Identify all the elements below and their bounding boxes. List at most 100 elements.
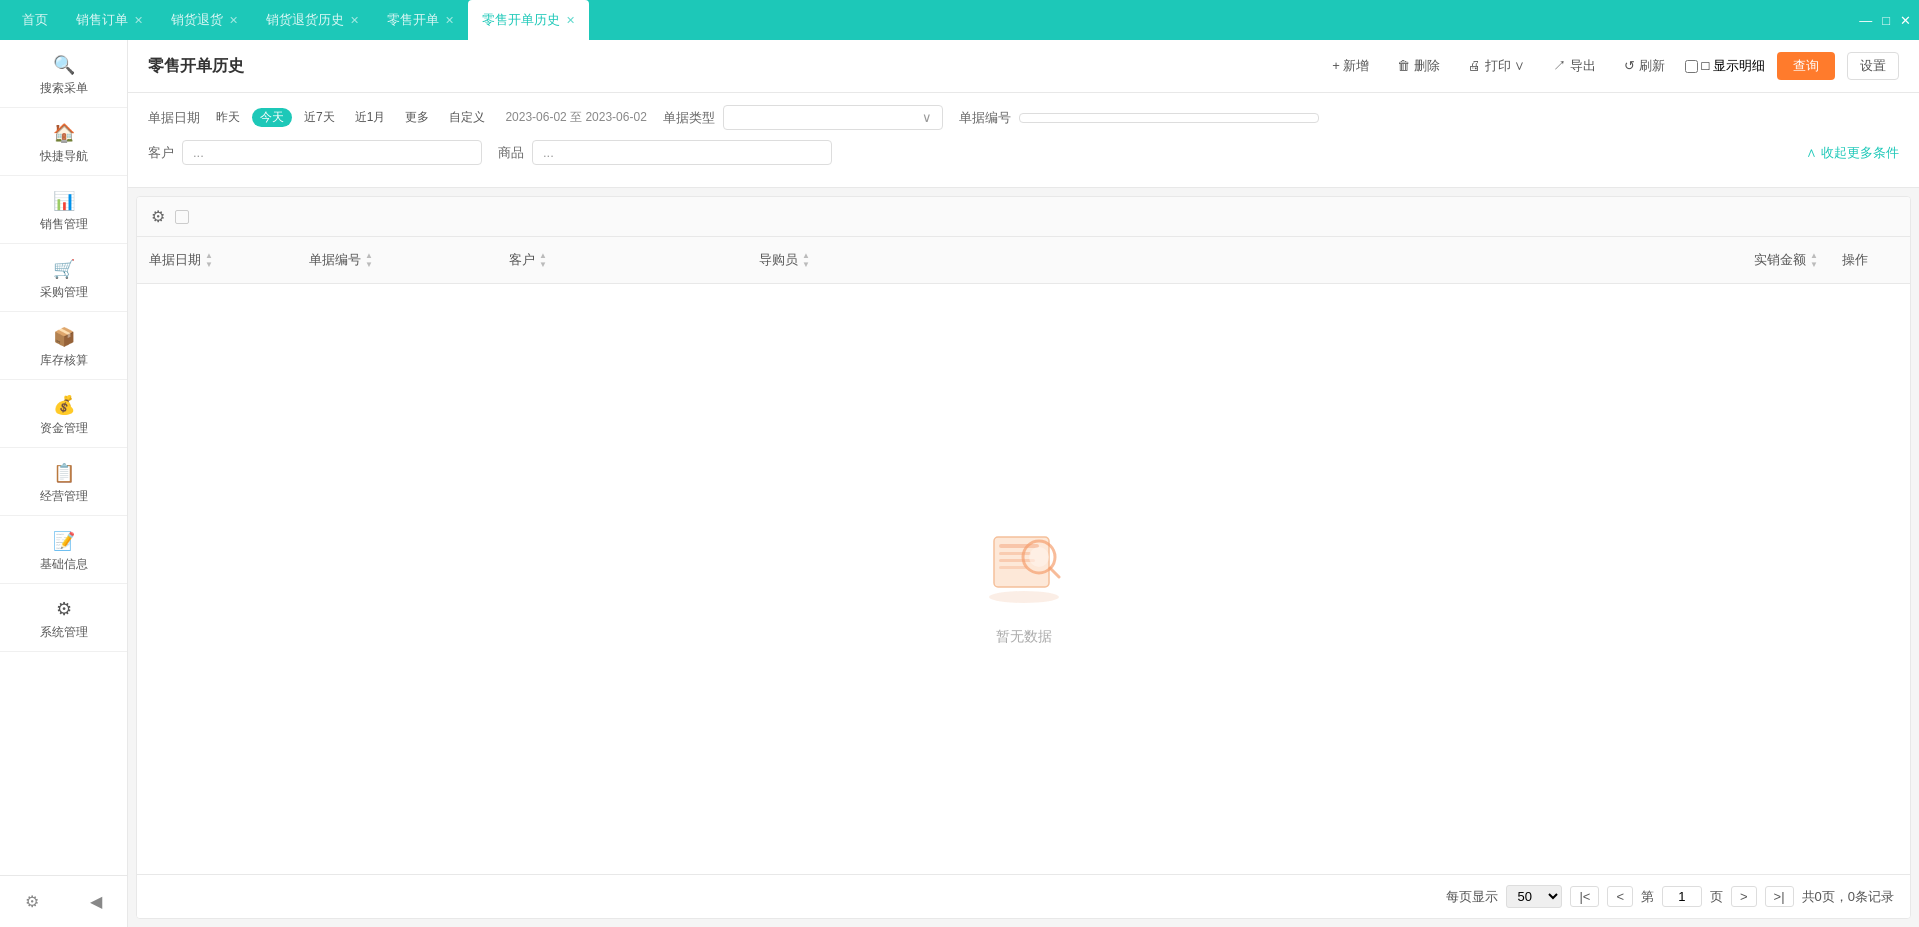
last-page-btn[interactable]: >| [1765,886,1794,907]
th-customer[interactable]: 客户 ▲ ▼ [497,245,747,275]
finance-icon: 💰 [53,394,75,416]
sidebar-item-finance[interactable]: 💰 资金管理 [0,380,127,448]
prev-page-btn[interactable]: < [1607,886,1633,907]
tab-retail-order[interactable]: 零售开单 ✕ [373,0,468,40]
column-settings-icon[interactable]: ⚙ [149,205,167,228]
bill-number-field: 单据编号 [959,109,1319,127]
close-icon[interactable]: ✕ [229,14,238,27]
close-icon[interactable]: ✕ [350,14,359,27]
tab-sales-return[interactable]: 销货退货 ✕ [157,0,252,40]
close-icon[interactable]: ✕ [566,14,575,27]
page-actions: + 新增 🗑 删除 🖨 打印 ∨ ↗ 导出 ↺ 刷新 □ 显示明细 [1324,52,1899,92]
date-option-yesterday[interactable]: 昨天 [208,107,248,128]
tab-retail-history[interactable]: 零售开单历史 ✕ [468,0,589,40]
add-button[interactable]: + 新增 [1324,53,1377,79]
search-row-1: 单据日期 昨天 今天 近7天 近1月 更多 自定义 2023-06-02 至 2… [148,105,1899,130]
per-page-label: 每页显示 [1446,888,1498,906]
tab-sales-order[interactable]: 销售订单 ✕ [62,0,157,40]
sidebar-bottom: ⚙ ◀ [0,875,127,927]
table-header: 单据日期 ▲ ▼ 单据编号 ▲ ▼ 客户 ▲ [137,237,1910,284]
svg-rect-2 [999,544,1039,548]
sidebar: 🔍 搜索采单 🏠 快捷导航 📊 销售管理 🛒 采购管理 📦 库存核算 💰 资金管… [0,40,128,927]
minimize-btn[interactable]: — [1859,13,1872,28]
th-guide[interactable]: 导购员 ▲ ▼ [747,245,897,275]
close-icon[interactable]: ✕ [445,14,454,27]
query-button[interactable]: 查询 [1777,52,1835,80]
customer-label: 客户 [148,144,174,162]
svg-point-8 [1029,547,1049,567]
show-detail-checkbox[interactable] [1685,60,1698,73]
sidebar-item-nav[interactable]: 🏠 快捷导航 [0,108,127,176]
page-input[interactable] [1662,886,1702,907]
close-icon[interactable]: ✕ [134,14,143,27]
basic-info-icon: 📝 [53,530,75,552]
date-option-more[interactable]: 更多 [397,107,437,128]
date-option-today[interactable]: 今天 [252,108,292,127]
pagination: 每页显示 50 100 200 |< < 第 页 > >| 共0页，0条记录 [137,874,1910,918]
sidebar-item-management[interactable]: 📋 经营管理 [0,448,127,516]
sidebar-item-sales[interactable]: 📊 销售管理 [0,176,127,244]
tab-home[interactable]: 首页 [8,0,62,40]
bill-number-label: 单据编号 [959,109,1011,127]
window-actions: — □ ✕ [1859,13,1911,28]
delete-button[interactable]: 🗑 删除 [1389,53,1448,79]
date-options: 昨天 今天 近7天 近1月 更多 自定义 [208,107,493,128]
customer-field: 客户 ... [148,140,482,165]
per-page-select[interactable]: 50 100 200 [1506,885,1562,908]
bill-type-label: 单据类型 [663,109,715,127]
date-range-value: 2023-06-02 至 2023-06-02 [505,109,646,126]
svg-rect-3 [999,552,1031,555]
product-input[interactable]: ... [532,140,832,165]
print-button[interactable]: 🖨 打印 ∨ [1460,53,1533,79]
settings-icon[interactable]: ⚙ [19,886,45,917]
total-label: 共0页，0条记录 [1802,888,1894,906]
settings-button[interactable]: 设置 [1847,52,1899,80]
chevron-down-icon: ∨ [922,110,932,125]
customer-input[interactable]: ... [182,140,482,165]
show-detail-toggle[interactable]: □ 显示明细 [1685,57,1765,75]
select-all-checkbox[interactable] [175,210,189,224]
first-page-btn[interactable]: |< [1570,886,1599,907]
main-layout: 🔍 搜索采单 🏠 快捷导航 📊 销售管理 🛒 采购管理 📦 库存核算 💰 资金管… [0,40,1919,927]
th-amount[interactable]: 实销金额 ▲ ▼ [1710,245,1830,275]
page-title: 零售开单历史 [148,56,244,89]
inventory-icon: 📦 [53,326,75,348]
collapse-sidebar-icon[interactable]: ◀ [84,886,108,917]
tab-sales-return-history[interactable]: 销货退货历史 ✕ [252,0,373,40]
bill-number-input[interactable] [1019,113,1319,123]
sort-arrows-customer: ▲ ▼ [539,252,547,269]
bill-type-select[interactable]: ∨ [723,105,943,130]
collapse-button[interactable]: ∧ 收起更多条件 [1806,144,1899,162]
sales-icon: 📊 [53,190,75,212]
svg-line-7 [1050,568,1059,577]
search-icon: 🔍 [53,54,75,76]
date-option-7days[interactable]: 近7天 [296,107,343,128]
content-area: 零售开单历史 + 新增 🗑 删除 🖨 打印 ∨ ↗ 导出 ↺ 刷新 [128,40,1919,927]
th-ops: 操作 [1830,245,1910,275]
system-icon: ⚙ [56,598,72,620]
table-toolbar: ⚙ [137,197,1910,237]
export-button[interactable]: ↗ 导出 [1545,53,1604,79]
date-option-custom[interactable]: 自定义 [441,107,493,128]
sidebar-item-purchase[interactable]: 🛒 采购管理 [0,244,127,312]
page-header: 零售开单历史 + 新增 🗑 删除 🖨 打印 ∨ ↗ 导出 ↺ 刷新 [128,40,1919,93]
empty-illustration [974,512,1074,612]
th-empty [897,254,1710,266]
svg-rect-5 [999,566,1027,569]
window-close-btn[interactable]: ✕ [1900,13,1911,28]
refresh-button[interactable]: ↺ 刷新 [1616,53,1673,79]
maximize-btn[interactable]: □ [1882,13,1890,28]
empty-svg [974,512,1074,612]
sidebar-item-system[interactable]: ⚙ 系统管理 [0,584,127,652]
sidebar-item-search[interactable]: 🔍 搜索采单 [0,40,127,108]
sidebar-item-inventory[interactable]: 📦 库存核算 [0,312,127,380]
date-option-1month[interactable]: 近1月 [347,107,394,128]
top-nav-bar: 首页 销售订单 ✕ 销货退货 ✕ 销货退货历史 ✕ 零售开单 ✕ 零售开单历史 … [0,0,1919,40]
next-page-btn[interactable]: > [1731,886,1757,907]
th-date[interactable]: 单据日期 ▲ ▼ [137,245,297,275]
sort-arrows-num: ▲ ▼ [365,252,373,269]
search-row-2: 客户 ... 商品 ... ∧ 收起更多条件 [148,140,1899,165]
sidebar-item-basic-info[interactable]: 📝 基础信息 [0,516,127,584]
svg-point-0 [989,591,1059,603]
th-number[interactable]: 单据编号 ▲ ▼ [297,245,497,275]
